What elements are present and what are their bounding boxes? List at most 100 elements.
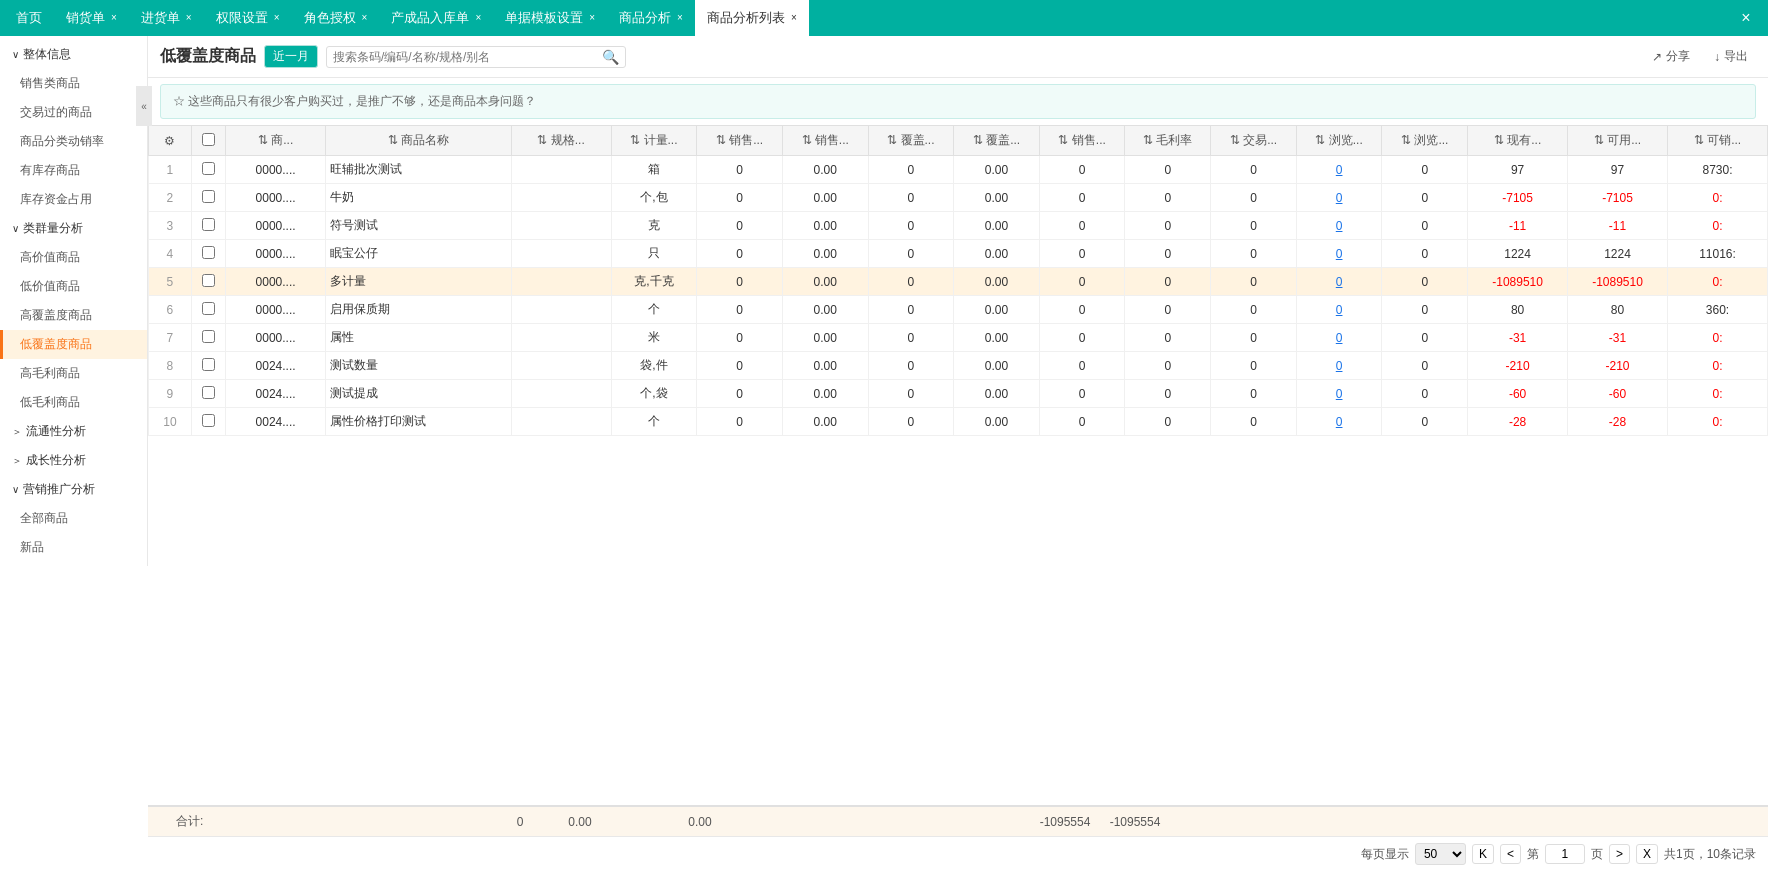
sidebar-group-overall[interactable]: ∨ 整体信息 (0, 40, 147, 69)
next-page-button[interactable]: > (1609, 844, 1630, 864)
available-qty: -31 (1568, 324, 1668, 352)
page-number-input[interactable] (1545, 844, 1585, 864)
close-icon[interactable]: × (274, 0, 280, 36)
browse-count1[interactable]: 0 (1296, 240, 1382, 268)
browse-count1[interactable]: 0 (1296, 324, 1382, 352)
sales-count: 0 (1039, 212, 1125, 240)
nav-purchase-order[interactable]: 进货单 × (129, 0, 204, 36)
sidebar-item-all-goods[interactable]: 全部商品 (0, 504, 147, 533)
sidebar-item-low-coverage[interactable]: 低覆盖度商品 (0, 330, 147, 359)
row-checkbox[interactable] (202, 190, 215, 203)
available-qty: -28 (1568, 408, 1668, 436)
browse-count1[interactable]: 0 (1296, 296, 1382, 324)
browse-count1[interactable]: 0 (1296, 268, 1382, 296)
row-checkbox[interactable] (202, 358, 215, 371)
nav-sales-order[interactable]: 销货单 × (54, 0, 129, 36)
close-icon[interactable]: × (475, 0, 481, 36)
nav-role-auth[interactable]: 角色授权 × (292, 0, 380, 36)
row-checkbox[interactable] (202, 246, 215, 259)
row-checkbox[interactable] (202, 386, 215, 399)
column-stock1[interactable]: ⇅ 现有... (1468, 126, 1568, 156)
nav-permission-setting[interactable]: 权限设置 × (204, 0, 292, 36)
nav-home[interactable]: 首页 (4, 0, 54, 36)
sidebar-item-low-gross[interactable]: 低毛利商品 (0, 388, 147, 417)
row-checkbox[interactable] (202, 218, 215, 231)
row-checkbox[interactable] (202, 162, 215, 175)
sidebar-collapse-button[interactable]: « (136, 86, 152, 126)
column-can-sell[interactable]: ⇅ 可销... (1667, 126, 1767, 156)
row-checkbox[interactable] (202, 302, 215, 315)
filter-recent-month-button[interactable]: 近一月 (264, 45, 318, 68)
browse-count1[interactable]: 0 (1296, 156, 1382, 184)
column-gear[interactable]: ⚙ (149, 126, 192, 156)
sidebar-item-high-gross[interactable]: 高毛利商品 (0, 359, 147, 388)
close-icon[interactable]: × (791, 0, 797, 36)
coverage-rate: 0.00 (954, 352, 1040, 380)
sidebar-group-growth[interactable]: ＞ 成长性分析 (0, 446, 147, 475)
product-unit: 米 (611, 324, 697, 352)
sidebar-group-circulation[interactable]: ＞ 流通性分析 (0, 417, 147, 446)
column-name[interactable]: ⇅ 商品名称 (326, 126, 512, 156)
sidebar-item-high-coverage[interactable]: 高覆盖度商品 (0, 301, 147, 330)
sidebar-item-in-stock-goods[interactable]: 有库存商品 (0, 156, 147, 185)
gross-rate: 0 (1125, 268, 1211, 296)
sidebar-group-marketing[interactable]: ∨ 营销推广分析 (0, 475, 147, 504)
nav-product-analysis-list[interactable]: 商品分析列表 × (695, 0, 809, 36)
nav-finished-goods[interactable]: 产成品入库单 × (379, 0, 493, 36)
browse-count1[interactable]: 0 (1296, 352, 1382, 380)
column-unit[interactable]: ⇅ 计量... (611, 126, 697, 156)
close-icon[interactable]: × (362, 0, 368, 36)
export-button[interactable]: ↓ 导出 (1706, 44, 1756, 69)
sort-icon: ⇅ (1230, 133, 1240, 147)
search-input[interactable] (333, 50, 602, 64)
sidebar-item-traded-goods[interactable]: 交易过的商品 (0, 98, 147, 127)
table-wrapper[interactable]: ⚙ ⇅ 商... ⇅ 商品名称 ⇅ 规格... (148, 125, 1768, 805)
sales-amount: 0.00 (782, 408, 868, 436)
sort-icon: ⇅ (1401, 133, 1411, 147)
gear-icon[interactable]: ⚙ (164, 134, 175, 148)
close-icon[interactable]: × (677, 0, 683, 36)
column-sales1[interactable]: ⇅ 销售... (697, 126, 783, 156)
column-cover2[interactable]: ⇅ 覆盖... (954, 126, 1040, 156)
column-browse1[interactable]: ⇅ 浏览... (1296, 126, 1382, 156)
sidebar-item-inventory-funds[interactable]: 库存资金占用 (0, 185, 147, 214)
sidebar-item-low-value[interactable]: 低价值商品 (0, 272, 147, 301)
prev-page-button[interactable]: < (1500, 844, 1521, 864)
browse-count1[interactable]: 0 (1296, 184, 1382, 212)
nav-template-setting[interactable]: 单据模板设置 × (493, 0, 607, 36)
close-icon[interactable]: × (111, 0, 117, 36)
column-stock2[interactable]: ⇅ 可用... (1568, 126, 1668, 156)
nav-product-analysis[interactable]: 商品分析 × (607, 0, 695, 36)
row-checkbox[interactable] (202, 274, 215, 287)
sidebar-item-category-rate[interactable]: 商品分类动销率 (0, 127, 147, 156)
column-cover1[interactable]: ⇅ 覆盖... (868, 126, 954, 156)
nav-close-all-button[interactable]: × (1728, 0, 1764, 36)
column-browse2[interactable]: ⇅ 浏览... (1382, 126, 1468, 156)
last-page-button[interactable]: X (1636, 844, 1658, 864)
first-page-button[interactable]: K (1472, 844, 1494, 864)
share-button[interactable]: ↗ 分享 (1644, 44, 1698, 69)
close-icon[interactable]: × (589, 0, 595, 36)
column-sales2[interactable]: ⇅ 销售... (782, 126, 868, 156)
sort-icon: ⇅ (388, 133, 398, 147)
sidebar-group-cluster[interactable]: ∨ 类群量分析 (0, 214, 147, 243)
close-icon[interactable]: × (186, 0, 192, 36)
browse-count1[interactable]: 0 (1296, 380, 1382, 408)
browse-count2: 0 (1382, 268, 1468, 296)
select-all-checkbox[interactable] (202, 133, 215, 146)
browse-count1[interactable]: 0 (1296, 408, 1382, 436)
column-tx[interactable]: ⇅ 交易... (1211, 126, 1297, 156)
sidebar-item-high-value[interactable]: 高价值商品 (0, 243, 147, 272)
sidebar-item-sales-goods[interactable]: 销售类商品 (0, 69, 147, 98)
row-checkbox-cell (191, 352, 225, 380)
column-gross-rate[interactable]: ⇅ 毛利率 (1125, 126, 1211, 156)
column-sales3[interactable]: ⇅ 销售... (1039, 126, 1125, 156)
column-spec[interactable]: ⇅ 规格... (511, 126, 611, 156)
sidebar-item-new-goods[interactable]: 新品 (0, 533, 147, 562)
browse-count1[interactable]: 0 (1296, 212, 1382, 240)
coverage-count: 0 (868, 184, 954, 212)
row-checkbox[interactable] (202, 414, 215, 427)
page-size-select[interactable]: 50 20 100 (1415, 843, 1466, 865)
column-code[interactable]: ⇅ 商... (226, 126, 326, 156)
row-checkbox[interactable] (202, 330, 215, 343)
